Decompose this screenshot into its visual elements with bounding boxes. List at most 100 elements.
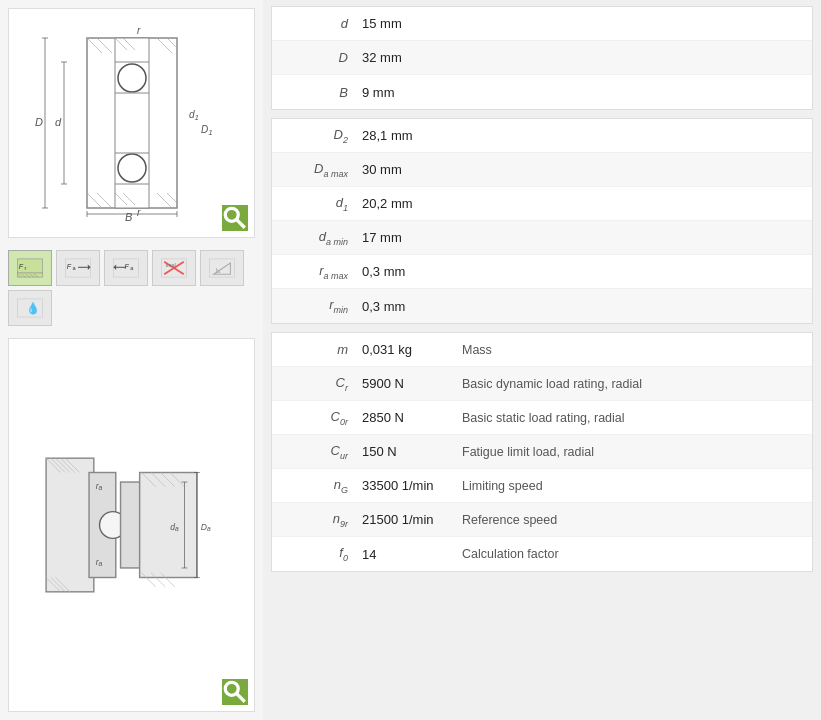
row-da-min: da min 17 mm: [272, 221, 812, 255]
value-d: 15 mm: [362, 16, 462, 31]
label-f0: f0: [272, 545, 362, 563]
disabled-button[interactable]: seal: [152, 250, 196, 286]
label-C0r: C0r: [272, 409, 362, 427]
zoom-button-bottom[interactable]: [222, 679, 248, 705]
row-D: D 32 mm: [272, 41, 812, 75]
bearing-diagram-bottom: ra ra Da da: [32, 420, 232, 630]
svg-line-97: [237, 694, 245, 702]
svg-line-9: [97, 38, 112, 53]
row-D2: D2 28,1 mm: [272, 119, 812, 153]
desc-m: Mass: [462, 343, 492, 357]
section-basic-dims: d 15 mm D 32 mm B 9 mm: [271, 6, 813, 110]
svg-text:◺: ◺: [216, 266, 221, 273]
label-ra-max: ra max: [272, 263, 362, 281]
row-f0: f0 14 Calculation factor: [272, 537, 812, 571]
svg-text:r: r: [137, 25, 141, 36]
desc-Cr: Basic dynamic load rating, radial: [462, 377, 642, 391]
svg-line-37: [237, 220, 245, 228]
fr-button[interactable]: F r: [8, 250, 52, 286]
row-rmin: rmin 0,3 mm: [272, 289, 812, 323]
svg-rect-78: [139, 473, 196, 578]
svg-text:d: d: [55, 116, 62, 128]
value-f0: 14: [362, 547, 462, 562]
value-B: 9 mm: [362, 85, 462, 100]
label-m: m: [272, 342, 362, 357]
label-D2: D2: [272, 127, 362, 145]
desc-Cur: Fatigue limit load, radial: [462, 445, 594, 459]
value-nG: 33500 1/min: [362, 478, 462, 493]
svg-line-14: [157, 193, 172, 208]
desc-C0r: Basic static load rating, radial: [462, 411, 625, 425]
label-rmin: rmin: [272, 297, 362, 315]
svg-text:Da: Da: [200, 522, 210, 532]
fa-right-button[interactable]: F a: [56, 250, 100, 286]
row-n9r: n9r 21500 1/min Reference speed: [272, 503, 812, 537]
row-d: d 15 mm: [272, 7, 812, 41]
top-diagram: D d d1 D1 B r r: [8, 8, 255, 238]
row-nG: nG 33500 1/min Limiting speed: [272, 469, 812, 503]
zoom-button-top[interactable]: [222, 205, 248, 231]
label-d: d: [272, 16, 362, 31]
label-nG: nG: [272, 477, 362, 495]
row-Cur: Cur 150 N Fatigue limit load, radial: [272, 435, 812, 469]
value-ra-max: 0,3 mm: [362, 264, 462, 279]
row-m: m 0,031 kg Mass: [272, 333, 812, 367]
svg-line-12: [87, 193, 102, 208]
bottom-diagram: ra ra Da da: [8, 338, 255, 712]
svg-rect-66: [46, 458, 94, 592]
value-D2: 28,1 mm: [362, 128, 462, 143]
svg-text:💧: 💧: [26, 301, 40, 315]
desc-nG: Limiting speed: [462, 479, 543, 493]
row-ra-max: ra max 0,3 mm: [272, 255, 812, 289]
svg-point-96: [225, 682, 238, 695]
value-n9r: 21500 1/min: [362, 512, 462, 527]
value-Cur: 150 N: [362, 444, 462, 459]
row-B: B 9 mm: [272, 75, 812, 109]
label-d1: d1: [272, 195, 362, 213]
row-d1: d1 20,2 mm: [272, 187, 812, 221]
label-D: D: [272, 50, 362, 65]
svg-line-8: [87, 38, 102, 53]
oil-button[interactable]: 💧: [8, 290, 52, 326]
svg-line-11: [167, 38, 177, 48]
label-da-min: da min: [272, 229, 362, 247]
svg-text:B: B: [125, 211, 132, 223]
svg-text:F: F: [125, 263, 130, 270]
desc-n9r: Reference speed: [462, 513, 557, 527]
value-rmin: 0,3 mm: [362, 299, 462, 314]
label-Cur: Cur: [272, 443, 362, 461]
bearing-diagram-top: D d d1 D1 B r r: [27, 18, 237, 228]
svg-text:F: F: [67, 263, 72, 270]
svg-line-13: [97, 193, 112, 208]
row-C0r: C0r 2850 N Basic static load rating, rad…: [272, 401, 812, 435]
value-D: 32 mm: [362, 50, 462, 65]
desc-f0: Calculation factor: [462, 547, 559, 561]
section-detail-dims: D2 28,1 mm Da max 30 mm d1 20,2 mm da mi…: [271, 118, 813, 324]
value-da-min: 17 mm: [362, 230, 462, 245]
row-Da-max: Da max 30 mm: [272, 153, 812, 187]
right-panel: d 15 mm D 32 mm B 9 mm D2 28,1 mm Da max…: [263, 0, 821, 720]
svg-text:D: D: [35, 116, 43, 128]
row-Cr: Cr 5900 N Basic dynamic load rating, rad…: [272, 367, 812, 401]
label-Cr: Cr: [272, 375, 362, 393]
svg-text:r: r: [24, 265, 26, 271]
svg-line-15: [167, 193, 177, 203]
svg-line-10: [157, 38, 172, 53]
value-m: 0,031 kg: [362, 342, 462, 357]
section-properties: m 0,031 kg Mass Cr 5900 N Basic dynamic …: [271, 332, 813, 572]
svg-text:D1: D1: [201, 124, 213, 137]
value-d1: 20,2 mm: [362, 196, 462, 211]
value-Cr: 5900 N: [362, 376, 462, 391]
label-B: B: [272, 85, 362, 100]
value-C0r: 2850 N: [362, 410, 462, 425]
label-Da-max: Da max: [272, 161, 362, 179]
svg-rect-77: [120, 482, 141, 568]
svg-text:seal: seal: [166, 262, 176, 268]
svg-point-36: [225, 208, 238, 221]
left-panel: D d d1 D1 B r r: [0, 0, 263, 720]
fa-left-button[interactable]: F a: [104, 250, 148, 286]
value-Da-max: 30 mm: [362, 162, 462, 177]
label-n9r: n9r: [272, 511, 362, 529]
svg-text:F: F: [19, 263, 24, 270]
svg-text:d1: d1: [189, 109, 199, 122]
